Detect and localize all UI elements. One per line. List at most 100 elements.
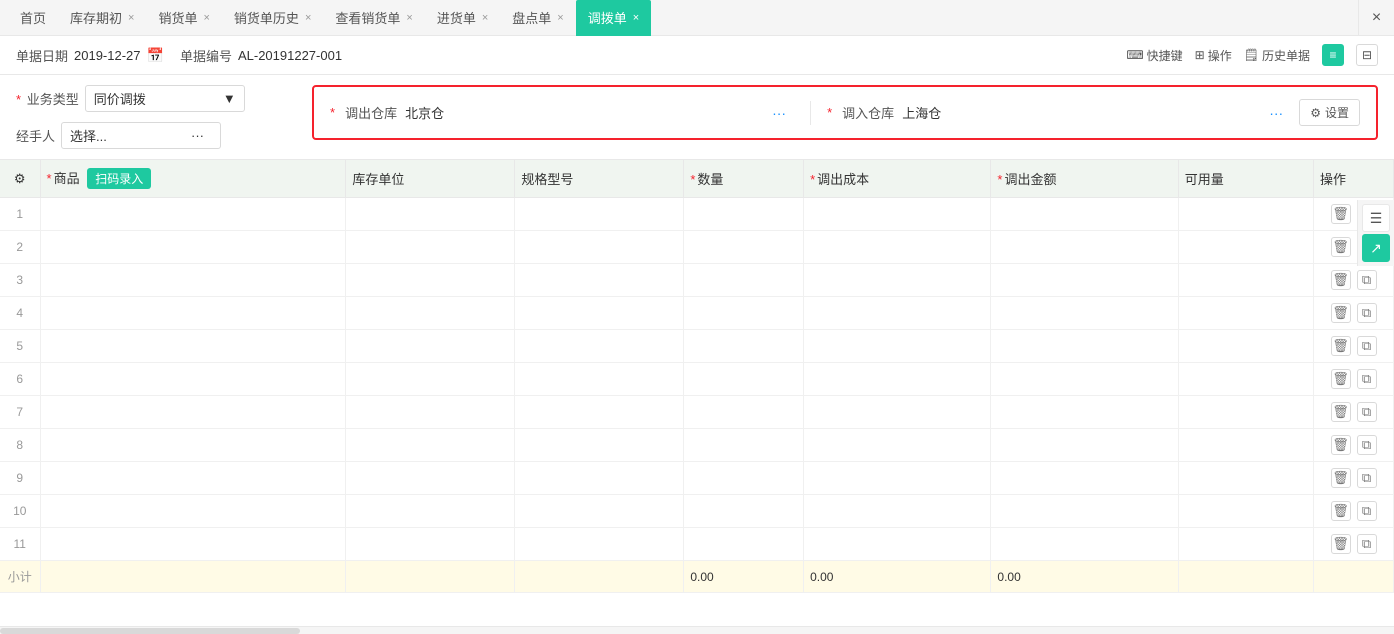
row-product-4[interactable] <box>40 297 346 330</box>
row-amount-3[interactable] <box>991 264 1178 297</box>
row-product-3[interactable] <box>40 264 346 297</box>
row-unit-10[interactable] <box>346 495 515 528</box>
row-spec-2[interactable] <box>515 231 684 264</box>
row-available-4[interactable] <box>1178 297 1313 330</box>
horizontal-scrollbar[interactable] <box>0 626 1394 634</box>
delete-icon-7[interactable]: 🗑 <box>1331 402 1351 422</box>
row-amount-5[interactable] <box>991 330 1178 363</box>
row-unit-9[interactable] <box>346 462 515 495</box>
row-quantity-10[interactable] <box>684 495 804 528</box>
business-type-input[interactable]: 同价调拨 ▼ <box>85 85 245 112</box>
delete-icon-10[interactable]: 🗑 <box>1331 501 1351 521</box>
copy-icon-3[interactable]: ⧉ <box>1357 270 1377 290</box>
row-spec-1[interactable] <box>515 198 684 231</box>
tab-inventory-init[interactable]: 库存期初 × <box>58 0 146 36</box>
sidebar-export-icon[interactable]: ↗ <box>1362 234 1390 262</box>
delete-icon-6[interactable]: 🗑 <box>1331 369 1351 389</box>
action-button[interactable]: ⊞ 操作 <box>1195 47 1232 64</box>
row-available-3[interactable] <box>1178 264 1313 297</box>
row-cost-8[interactable] <box>804 429 991 462</box>
row-amount-9[interactable] <box>991 462 1178 495</box>
history-button[interactable]: 🗒 历史单据 <box>1244 47 1310 64</box>
delete-icon-11[interactable]: 🗑 <box>1331 534 1351 554</box>
row-available-1[interactable] <box>1178 198 1313 231</box>
row-spec-5[interactable] <box>515 330 684 363</box>
row-amount-11[interactable] <box>991 528 1178 561</box>
tab-inventory[interactable]: 盘点单 × <box>500 0 575 36</box>
row-spec-4[interactable] <box>515 297 684 330</box>
close-tab-transfer[interactable]: × <box>633 12 639 24</box>
tab-sales-history[interactable]: 销货单历史 × <box>222 0 323 36</box>
warehouse-in-more-icon[interactable]: ··· <box>1261 105 1291 121</box>
row-amount-7[interactable] <box>991 396 1178 429</box>
row-available-10[interactable] <box>1178 495 1313 528</box>
delete-icon-3[interactable]: 🗑 <box>1331 270 1351 290</box>
close-tab-inventory[interactable]: × <box>557 12 563 24</box>
scrollbar-thumb[interactable] <box>0 628 300 634</box>
row-available-7[interactable] <box>1178 396 1313 429</box>
row-cost-3[interactable] <box>804 264 991 297</box>
window-close-button[interactable]: × <box>1358 0 1394 36</box>
copy-icon-9[interactable]: ⧉ <box>1357 468 1377 488</box>
row-cost-1[interactable] <box>804 198 991 231</box>
shortcut-button[interactable]: ⌨ 快捷键 <box>1126 47 1182 64</box>
copy-icon-11[interactable]: ⧉ <box>1357 534 1377 554</box>
row-quantity-4[interactable] <box>684 297 804 330</box>
person-input[interactable]: 选择... ··· <box>61 122 221 149</box>
row-amount-4[interactable] <box>991 297 1178 330</box>
delete-icon-9[interactable]: 🗑 <box>1331 468 1351 488</box>
row-quantity-2[interactable] <box>684 231 804 264</box>
tab-purchase[interactable]: 进货单 × <box>425 0 500 36</box>
copy-icon-4[interactable]: ⧉ <box>1357 303 1377 323</box>
row-unit-6[interactable] <box>346 363 515 396</box>
copy-icon-7[interactable]: ⧉ <box>1357 402 1377 422</box>
row-unit-3[interactable] <box>346 264 515 297</box>
row-available-9[interactable] <box>1178 462 1313 495</box>
row-product-9[interactable] <box>40 462 346 495</box>
settings-button[interactable]: ⚙ 设置 <box>1299 99 1360 126</box>
row-available-11[interactable] <box>1178 528 1313 561</box>
delete-icon-8[interactable]: 🗑 <box>1331 435 1351 455</box>
row-product-5[interactable] <box>40 330 346 363</box>
row-quantity-7[interactable] <box>684 396 804 429</box>
row-quantity-6[interactable] <box>684 363 804 396</box>
row-spec-10[interactable] <box>515 495 684 528</box>
row-unit-4[interactable] <box>346 297 515 330</box>
row-product-10[interactable] <box>40 495 346 528</box>
th-gear[interactable]: ⚙ <box>0 160 40 198</box>
view-toggle-list[interactable]: ≡ <box>1322 44 1344 66</box>
row-product-11[interactable] <box>40 528 346 561</box>
row-product-7[interactable] <box>40 396 346 429</box>
row-available-6[interactable] <box>1178 363 1313 396</box>
view-toggle-grid[interactable]: ⊟ <box>1356 44 1378 66</box>
copy-icon-10[interactable]: ⧉ <box>1357 501 1377 521</box>
row-amount-10[interactable] <box>991 495 1178 528</box>
sidebar-list-icon[interactable]: ☰ <box>1362 204 1390 232</box>
calendar-icon[interactable]: 📅 <box>147 47 164 64</box>
warehouse-out-more-icon[interactable]: ··· <box>764 105 794 121</box>
close-tab-purchase[interactable]: × <box>482 12 488 24</box>
row-product-6[interactable] <box>40 363 346 396</box>
row-spec-11[interactable] <box>515 528 684 561</box>
tab-sales-order[interactable]: 销货单 × <box>146 0 221 36</box>
row-cost-2[interactable] <box>804 231 991 264</box>
row-quantity-5[interactable] <box>684 330 804 363</box>
close-tab-view-sales[interactable]: × <box>406 12 412 24</box>
row-unit-11[interactable] <box>346 528 515 561</box>
copy-icon-5[interactable]: ⧉ <box>1357 336 1377 356</box>
row-cost-5[interactable] <box>804 330 991 363</box>
row-quantity-9[interactable] <box>684 462 804 495</box>
row-cost-10[interactable] <box>804 495 991 528</box>
copy-icon-6[interactable]: ⧉ <box>1357 369 1377 389</box>
delete-icon-4[interactable]: 🗑 <box>1331 303 1351 323</box>
close-tab-inventory-init[interactable]: × <box>128 12 134 24</box>
row-available-5[interactable] <box>1178 330 1313 363</box>
row-cost-9[interactable] <box>804 462 991 495</box>
tab-home[interactable]: 首页 <box>8 0 58 36</box>
tab-view-sales[interactable]: 查看销货单 × <box>323 0 424 36</box>
row-product-8[interactable] <box>40 429 346 462</box>
person-more-icon[interactable]: ··· <box>183 128 212 143</box>
row-spec-7[interactable] <box>515 396 684 429</box>
row-quantity-8[interactable] <box>684 429 804 462</box>
row-amount-8[interactable] <box>991 429 1178 462</box>
